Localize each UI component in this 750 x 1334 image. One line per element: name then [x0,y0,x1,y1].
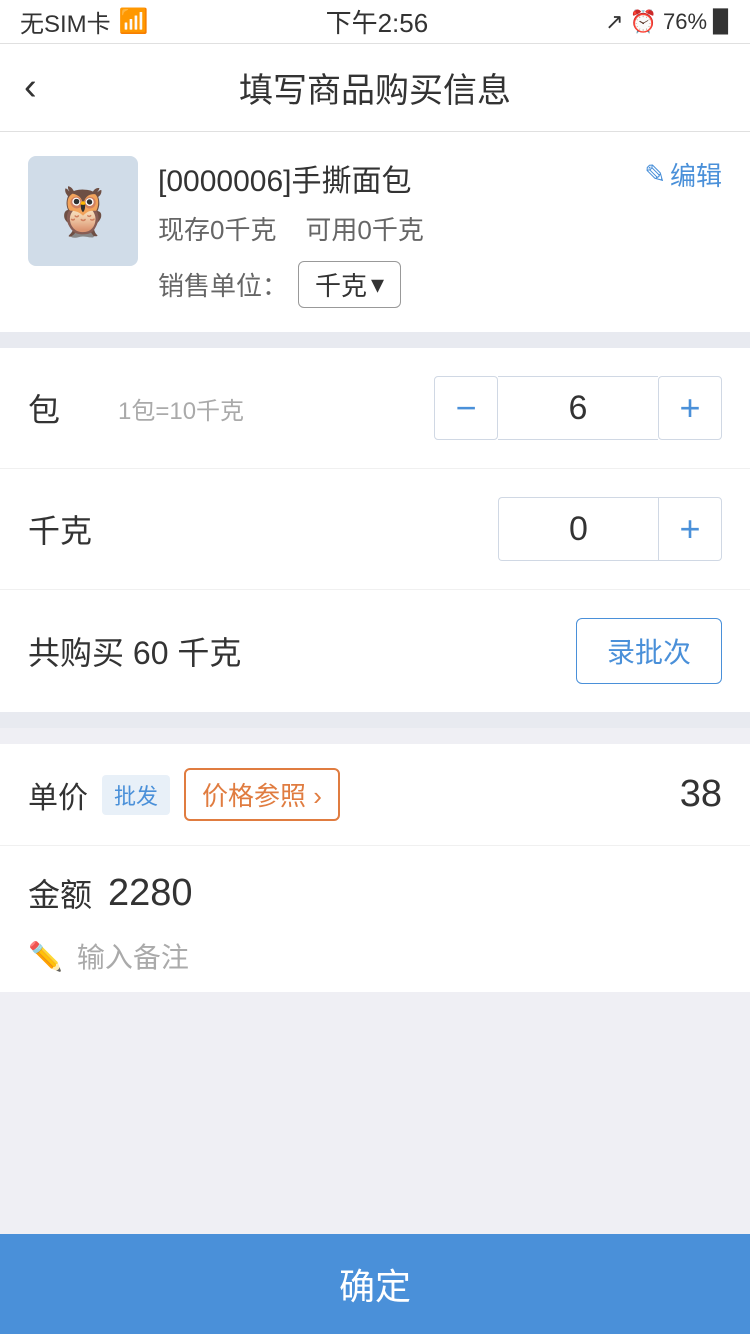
product-logo: 🦉 [53,183,113,240]
price-section: 单价 批发 价格参照 › 38 [0,744,750,845]
package-quantity-input[interactable] [498,376,658,440]
edit-button[interactable]: ✎ 编辑 [644,156,722,193]
product-image: 🦉 [28,156,138,266]
location-icon: ↗ [605,9,623,35]
package-plus-button[interactable]: + [658,376,722,440]
battery-icon: ▉ [713,9,730,35]
amount-row: 金额 2280 [28,870,722,916]
package-controls: − + [434,376,722,440]
remark-placeholder[interactable]: 输入备注 [77,936,189,976]
status-carrier: 无SIM卡 📶 [20,4,149,39]
product-unit-row: 销售单位： 千克 ▾ [158,261,722,308]
page-title: 填写商品购买信息 [239,63,511,112]
alarm-icon: ⏰ [630,9,657,35]
product-name-row: [0000006]手撕面包 ✎ 编辑 [158,156,722,200]
kg-controls: + [498,497,722,561]
price-ref-button[interactable]: 价格参照 › [184,768,340,821]
kg-quantity-input[interactable] [498,497,658,561]
price-label-group: 单价 批发 价格参照 › [28,768,340,821]
nav-bar: ‹ 填写商品购买信息 [0,44,750,132]
wifi-icon: 📶 [119,7,149,36]
package-label: 包 [28,385,108,431]
status-time: 下午2:56 [326,3,429,40]
unit-selector[interactable]: 千克 ▾ [298,261,401,308]
batch-button[interactable]: 录批次 [576,618,722,684]
carrier-text: 无SIM卡 [20,4,111,39]
edit-icon: ✎ [644,159,666,190]
product-info: [0000006]手撕面包 ✎ 编辑 现存0千克 可用0千克 销售单位： 千克 … [158,156,722,308]
price-badge: 批发 [102,775,170,815]
remark-row[interactable]: ✏️ 输入备注 [28,936,722,976]
price-label: 单价 [28,773,88,817]
total-row: 共购买 60 千克 录批次 [0,590,750,712]
divider-2 [0,712,750,728]
total-text: 共购买 60 千克 [28,628,241,674]
amount-value: 2280 [108,872,193,915]
product-stock: 现存0千克 可用0千克 [158,210,722,247]
product-card: 🦉 [0000006]手撕面包 ✎ 编辑 现存0千克 可用0千克 销售单位： 千… [0,132,750,332]
status-bar: 无SIM卡 📶 下午2:56 ↗ ⏰ 76% ▉ [0,0,750,44]
price-value: 38 [680,773,722,816]
package-minus-button[interactable]: − [434,376,498,440]
kg-label: 千克 [28,506,108,552]
package-input-row: 包 1包=10千克 − + [0,348,750,469]
pencil-icon: ✏️ [28,940,63,973]
amount-section: 金额 2280 ✏️ 输入备注 [0,845,750,992]
product-name: [0000006]手撕面包 [158,156,411,200]
price-row: 单价 批发 价格参照 › 38 [28,768,722,821]
divider-1 [0,332,750,348]
back-button[interactable]: ‹ [24,66,37,109]
battery-text: 76% [663,9,707,35]
input-section: 包 1包=10千克 − + 千克 + [0,348,750,590]
kg-input-row: 千克 + [0,469,750,590]
kg-plus-button[interactable]: + [658,497,722,561]
bottom-spacer [0,992,750,1092]
package-sub-label: 1包=10千克 [118,391,434,426]
amount-label: 金额 [28,870,92,916]
status-right: ↗ ⏰ 76% ▉ [605,9,730,35]
chevron-down-icon: ▾ [371,269,384,300]
confirm-button[interactable]: 确定 [0,1234,750,1334]
